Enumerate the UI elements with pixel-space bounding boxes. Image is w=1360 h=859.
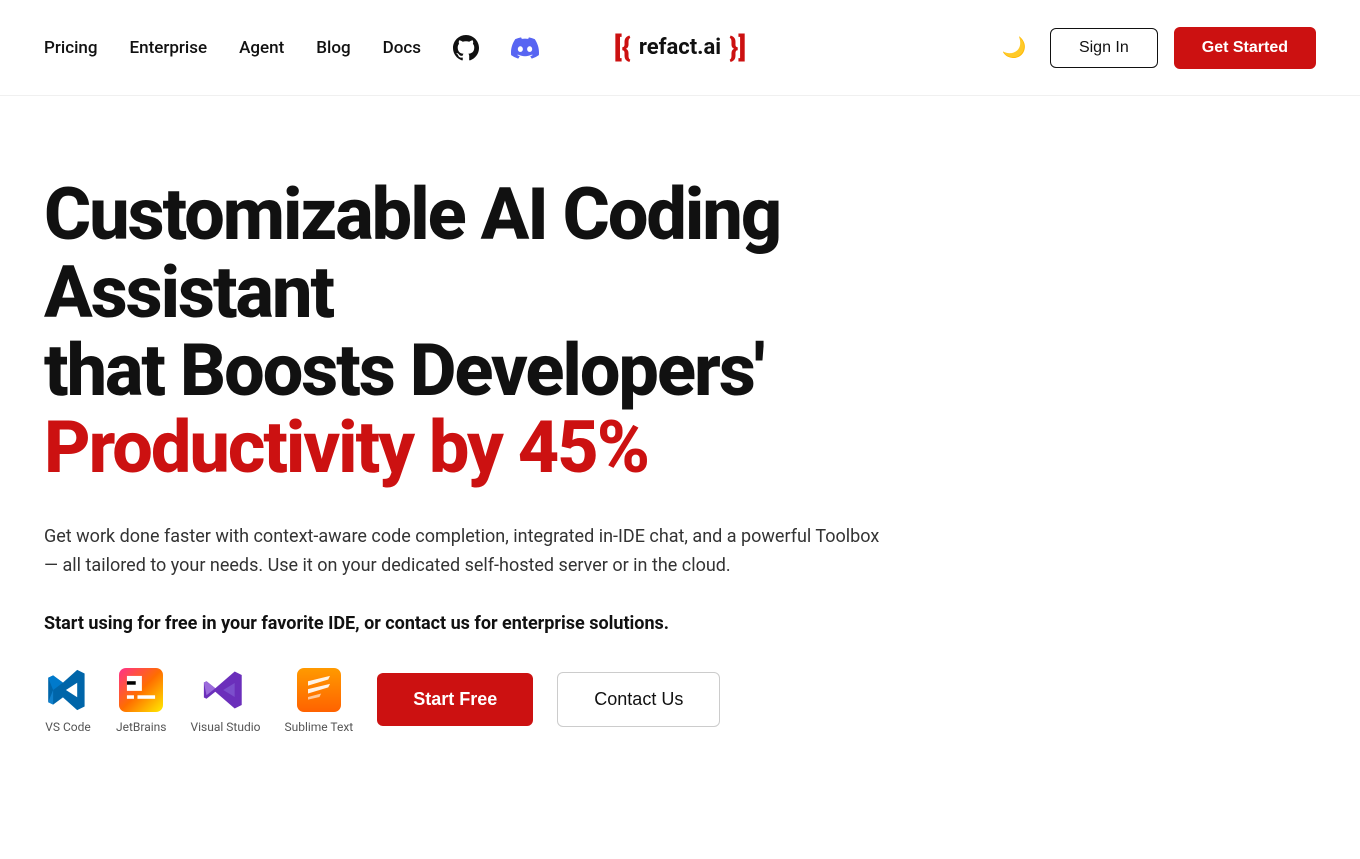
dark-mode-toggle[interactable]: 🌙	[994, 28, 1034, 68]
vscode-icon	[44, 666, 92, 714]
header-actions: 🌙 Sign In Get Started	[994, 27, 1316, 69]
sign-in-button[interactable]: Sign In	[1050, 28, 1158, 68]
hero-title-line1: Customizable AI Coding Assistant	[44, 172, 780, 335]
start-free-button[interactable]: Start Free	[377, 673, 533, 726]
nav-docs[interactable]: Docs	[383, 38, 421, 58]
logo-brackets-left: [{	[614, 31, 631, 64]
cta-row: VS Code	[44, 666, 916, 734]
hero-description: Get work done faster with context-aware …	[44, 523, 884, 581]
sublimetext-label: Sublime Text	[284, 720, 353, 734]
site-logo[interactable]: [{ refact.ai }]	[614, 31, 746, 64]
jetbrains-icon	[117, 666, 165, 714]
hero-cta-text: Start using for free in your favorite ID…	[44, 613, 916, 634]
sublimetext-icon	[295, 666, 343, 714]
ide-sublimetext[interactable]: Sublime Text	[284, 666, 353, 734]
logo-text: refact.ai	[639, 35, 721, 60]
nav-agent[interactable]: Agent	[239, 38, 284, 58]
hero-title-highlight: Productivity by 45%	[44, 405, 648, 490]
github-link[interactable]	[453, 35, 479, 61]
jetbrains-label: JetBrains	[116, 720, 166, 734]
contact-us-button[interactable]: Contact Us	[557, 672, 720, 727]
ide-jetbrains[interactable]: JetBrains	[116, 666, 166, 734]
visualstudio-icon	[201, 666, 249, 714]
main-nav: Pricing Enterprise Agent Blog Docs	[44, 34, 994, 62]
ide-vscode[interactable]: VS Code	[44, 666, 92, 734]
get-started-button[interactable]: Get Started	[1174, 27, 1316, 69]
hero-title-line2: that Boosts Developers'	[44, 328, 763, 413]
ide-icons-group: VS Code	[44, 666, 353, 734]
hero-section: Customizable AI Coding Assistant that Bo…	[0, 96, 960, 794]
visualstudio-label: Visual Studio	[190, 720, 260, 734]
hero-title: Customizable AI Coding Assistant that Bo…	[44, 176, 916, 487]
ide-visualstudio[interactable]: Visual Studio	[190, 666, 260, 734]
nav-blog[interactable]: Blog	[316, 38, 350, 58]
vscode-label: VS Code	[45, 720, 91, 734]
nav-enterprise[interactable]: Enterprise	[130, 38, 208, 58]
logo-brackets-right: }]	[729, 31, 746, 64]
moon-icon: 🌙	[1001, 35, 1026, 60]
discord-link[interactable]	[511, 34, 539, 62]
nav-pricing[interactable]: Pricing	[44, 38, 98, 58]
